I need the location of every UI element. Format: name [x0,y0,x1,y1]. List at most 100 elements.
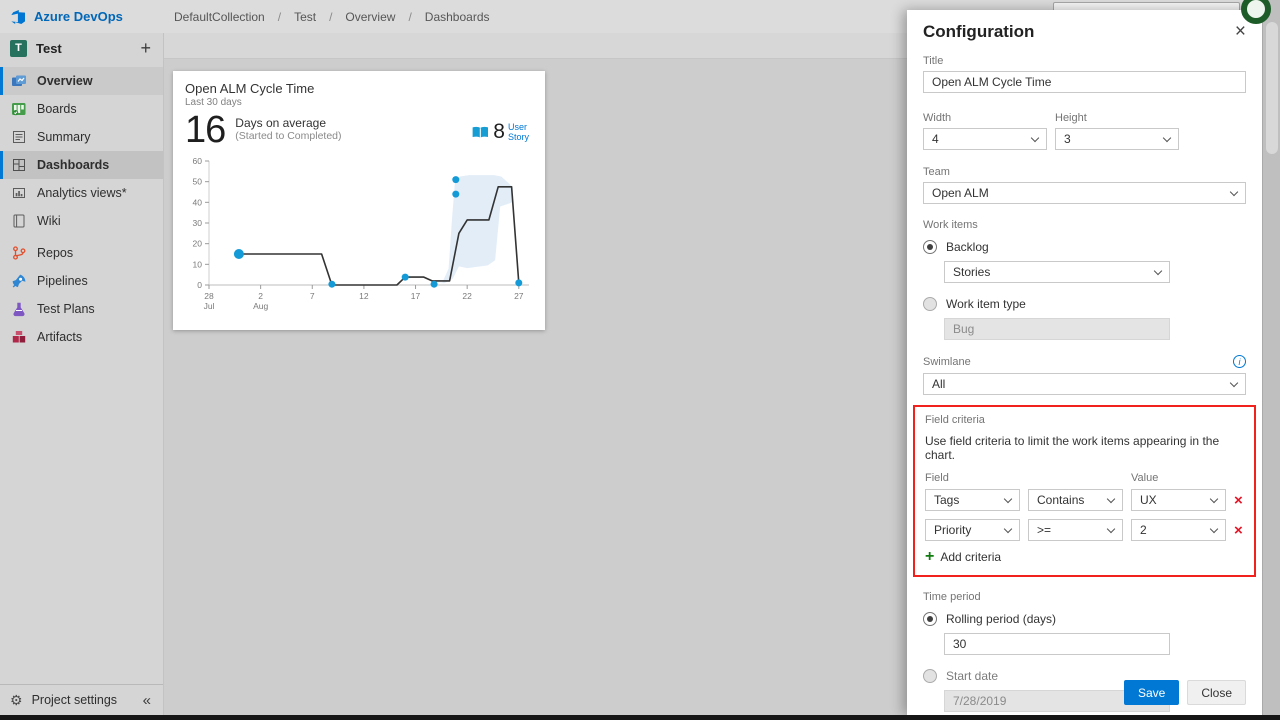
scrollbar-thumb[interactable] [1266,22,1278,154]
summary-icon [11,129,27,145]
field-criteria-description: Use field criteria to limit the work ite… [925,434,1244,462]
test-plans-icon [11,301,27,317]
chevron-down-icon [1107,494,1115,502]
chevron-down-icon [1163,133,1171,141]
sidebar-item-label: Summary [37,130,90,144]
user-story-icon [471,125,490,140]
sidebar-item-pipelines[interactable]: Pipelines [0,267,163,295]
start-date-radio[interactable] [923,669,937,683]
svg-text:30: 30 [193,218,203,228]
active-indicator [0,151,3,179]
gear-icon: ⚙ [10,693,23,707]
rolling-period-input[interactable] [944,633,1170,655]
criteria-field-select-2[interactable]: Priority [925,519,1020,541]
sidebar-item-label: Boards [37,102,77,116]
chevron-down-icon [1107,524,1115,532]
panel-title: Configuration [923,22,1034,42]
criteria-value-select-1[interactable]: UX [1131,489,1226,511]
backlog-select[interactable]: Stories [944,261,1170,283]
breadcrumb-separator: / [329,10,332,24]
sidebar-item-repos[interactable]: Repos [0,239,163,267]
remove-criteria-icon[interactable]: × [1234,493,1243,508]
sidebar-item-test-plans[interactable]: Test Plans [0,295,163,323]
remove-criteria-icon[interactable]: × [1234,523,1243,538]
active-indicator [0,67,3,95]
chevron-down-icon [1154,266,1162,274]
rolling-period-radio[interactable] [923,612,937,626]
svg-text:28: 28 [204,291,214,301]
close-button[interactable]: Close [1187,680,1246,705]
work-item-type-radio-row: Work item type [923,297,1246,311]
breadcrumb-separator: / [278,10,281,24]
svg-text:20: 20 [193,239,203,249]
cycle-time-chart: 010203040506028Jul2Aug712172227 [185,153,533,313]
breadcrumb-separator: / [408,10,411,24]
project-avatar: T [10,40,27,57]
height-select[interactable]: 3 [1055,128,1179,150]
work-item-type-radio[interactable] [923,297,937,311]
project-settings[interactable]: ⚙ Project settings « [0,685,163,715]
backlog-radio[interactable] [923,240,937,254]
sidebar-item-summary[interactable]: Summary [0,123,163,151]
average-days-sublabel: (Started to Completed) [235,130,341,142]
breadcrumb-collection[interactable]: DefaultCollection [174,10,265,24]
breadcrumb-hub[interactable]: Overview [345,10,395,24]
project-row[interactable]: T Test + [0,33,163,63]
collapse-sidebar-icon[interactable]: « [143,692,151,709]
work-item-type-input [944,318,1170,340]
backlog-radio-label: Backlog [946,240,989,254]
close-icon[interactable]: × [1235,22,1246,41]
chevron-down-icon [1210,524,1218,532]
team-select[interactable]: Open ALM [923,182,1246,204]
sidebar-item-boards[interactable]: Boards [0,95,163,123]
project-name: Test [36,41,62,56]
panel-scrollbar[interactable] [1262,0,1280,715]
widget-period: Last 30 days [185,97,533,108]
width-label: Width [923,112,1047,124]
team-label: Team [923,166,1246,178]
sidebar-item-artifacts[interactable]: Artifacts [0,323,163,351]
criteria-operator-select-2[interactable]: >= [1028,519,1123,541]
breadcrumb-project[interactable]: Test [294,10,316,24]
title-label: Title [923,55,1246,67]
save-button[interactable]: Save [1124,680,1179,705]
chart-wrap: 010203040506028Jul2Aug712172227 [185,153,533,318]
svg-text:60: 60 [193,156,203,166]
boards-icon [11,101,27,117]
count-type-label: User Story [508,122,529,143]
breadcrumb-page[interactable]: Dashboards [425,10,490,24]
average-days-labels: Days on average (Started to Completed) [235,116,341,142]
brand[interactable]: Azure DevOps [0,9,164,25]
window-bottom-edge [0,715,1280,720]
sidebar-item-dashboards[interactable]: Dashboards [0,151,163,179]
criteria-value-select-2[interactable]: 2 [1131,519,1226,541]
width-select[interactable]: 4 [923,128,1047,150]
criteria-field-select-1[interactable]: Tags [925,489,1020,511]
criteria-operator-select-1[interactable]: Contains [1028,489,1123,511]
sidebar-item-overview[interactable]: Overview [0,67,163,95]
chevron-down-icon [1210,494,1218,502]
criteria-column-headers: Field Value [925,472,1244,485]
chevron-down-icon [1031,133,1039,141]
info-icon[interactable]: i [1233,355,1246,368]
chevron-down-icon [1230,187,1238,195]
plus-icon[interactable]: + [140,39,151,57]
artifacts-icon [11,329,27,345]
svg-text:Aug: Aug [253,301,268,311]
sidebar-item-label: Analytics views* [37,186,127,200]
svg-text:Jul: Jul [204,301,215,311]
sidebar-item-wiki[interactable]: Wiki [0,207,163,235]
add-criteria-button[interactable]: + Add criteria [925,549,1244,565]
height-label: Height [1055,112,1179,124]
sidebar-item-label: Pipelines [37,274,88,288]
cycle-time-widget[interactable]: Open ALM Cycle Time Last 30 days 16 Days… [173,71,545,330]
add-criteria-label: Add criteria [940,550,1001,564]
count-value: 8 [493,120,505,144]
sidebar-item-analytics-views[interactable]: Analytics views* [0,179,163,207]
chevron-down-icon [1004,494,1012,502]
start-date-radio-label: Start date [946,669,998,683]
svg-text:0: 0 [197,280,202,290]
title-input[interactable] [923,71,1246,93]
swimlane-select[interactable]: All [923,373,1246,395]
overview-icon [11,73,27,89]
